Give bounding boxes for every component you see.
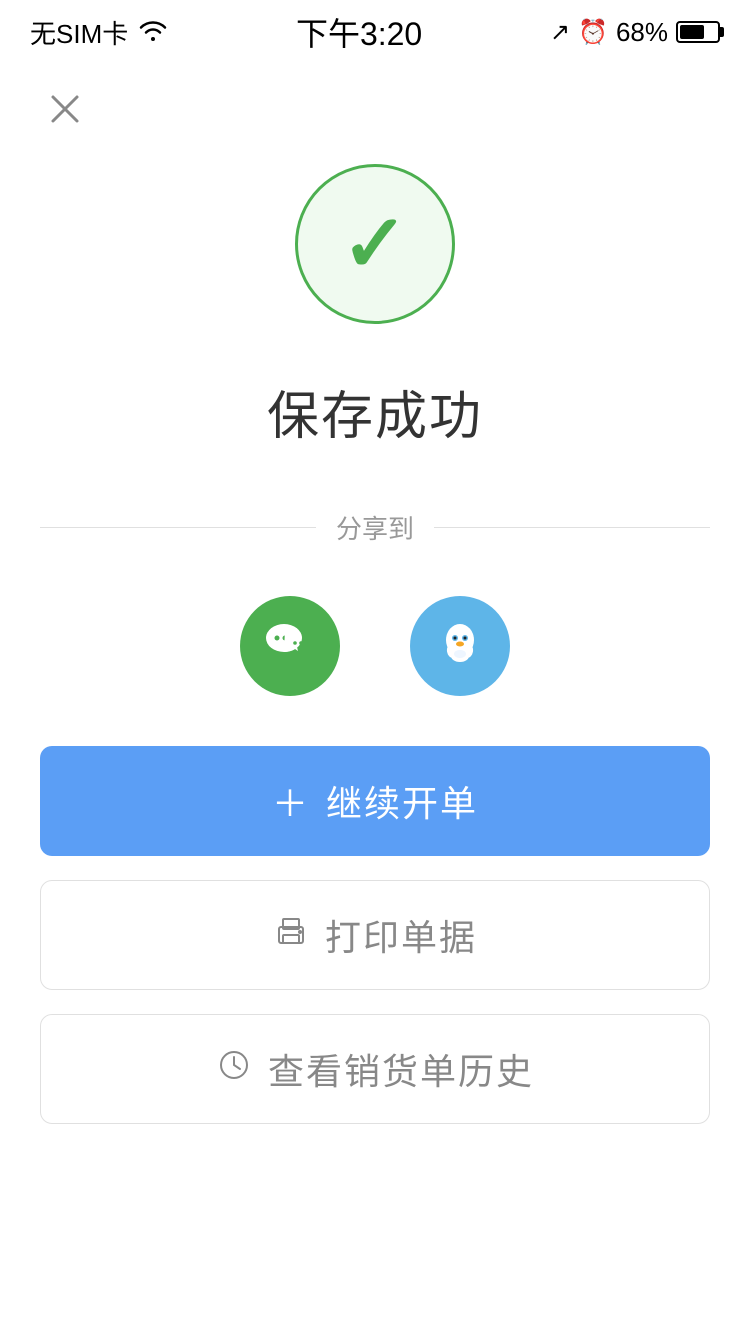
print-button[interactable]: 打印单据 <box>40 880 710 990</box>
share-section: 分享到 <box>40 509 710 696</box>
carrier-wifi: 无SIM卡 <box>30 14 168 51</box>
checkmark-icon: ✓ <box>341 204 408 284</box>
carrier-label: 无SIM卡 <box>30 14 128 51</box>
print-icon <box>273 913 309 958</box>
qq-icon <box>430 616 490 676</box>
success-circle: ✓ <box>295 164 455 324</box>
print-label: 打印单据 <box>325 909 477 961</box>
wechat-icon <box>260 619 320 673</box>
continue-label: 继续开单 <box>326 775 478 827</box>
main-content: ✓ 保存成功 分享到 <box>0 64 750 1144</box>
divider-left <box>40 527 316 528</box>
status-time: 下午3:20 <box>296 9 422 55</box>
share-divider: 分享到 <box>40 509 710 546</box>
close-icon <box>47 91 83 127</box>
history-icon <box>216 1047 252 1092</box>
share-label: 分享到 <box>336 509 414 546</box>
wifi-icon <box>138 17 168 48</box>
share-icons-row <box>40 596 710 696</box>
history-button[interactable]: 查看销货单历史 <box>40 1014 710 1124</box>
history-label: 查看销货单历史 <box>268 1043 534 1095</box>
battery-icon <box>676 21 720 43</box>
qq-share-button[interactable] <box>410 596 510 696</box>
continue-icon: ＋ <box>272 775 310 827</box>
status-bar: 无SIM卡 下午3:20 ↗ ⏰ 68% <box>0 0 750 64</box>
success-title: 保存成功 <box>267 374 483 449</box>
continue-order-button[interactable]: ＋ 继续开单 <box>40 746 710 856</box>
close-button[interactable] <box>40 84 90 134</box>
wechat-share-button[interactable] <box>240 596 340 696</box>
battery-percent: 68% <box>616 17 668 48</box>
status-right-icons: ↗ ⏰ 68% <box>550 17 720 48</box>
success-section: ✓ 保存成功 <box>40 84 710 509</box>
location-icon: ↗ <box>550 18 570 47</box>
action-buttons: ＋ 继续开单 打印单据 查看销货单历史 <box>40 746 710 1124</box>
divider-right <box>434 527 710 528</box>
alarm-icon: ⏰ <box>578 18 608 47</box>
